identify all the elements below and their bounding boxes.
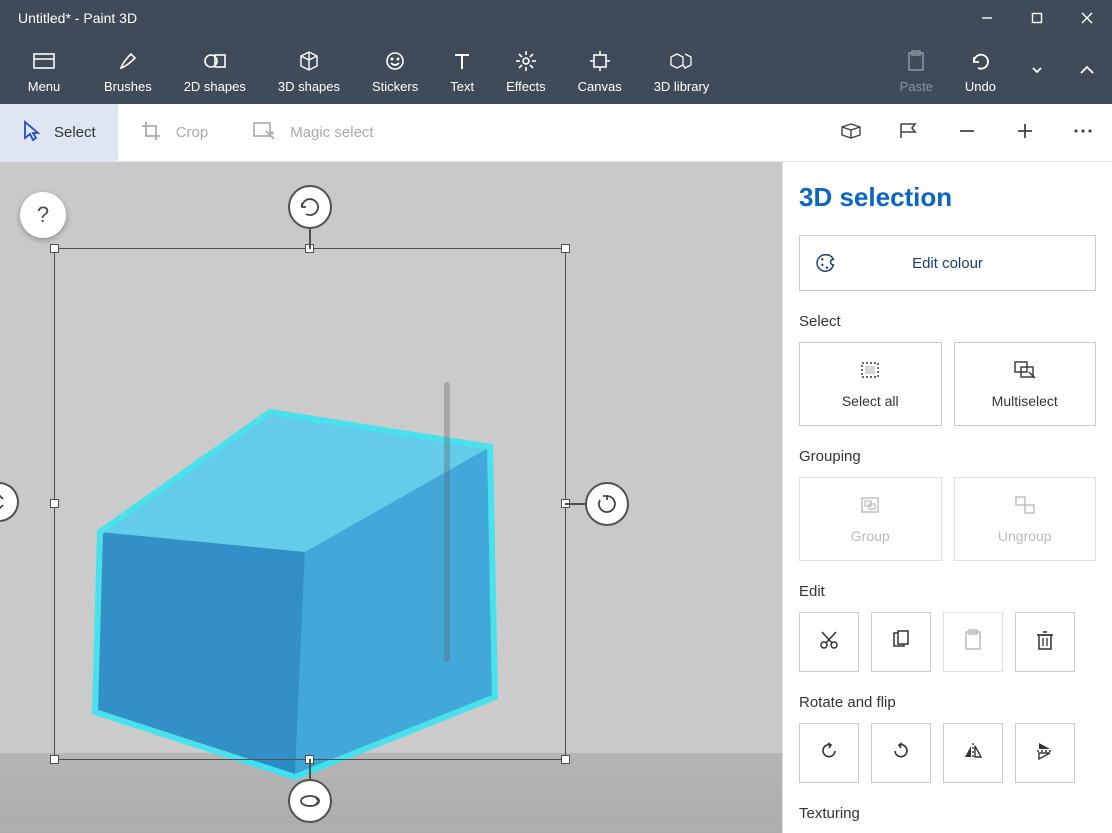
palette-icon — [800, 252, 852, 274]
title-bar: Untitled* - Paint 3D — [0, 0, 1112, 36]
rotate-cw-button[interactable] — [871, 723, 931, 783]
texturing-section-label: Texturing — [799, 805, 1096, 822]
effects-icon — [515, 47, 537, 75]
resize-handle-sw[interactable] — [50, 755, 59, 764]
rotate-ccw-button[interactable] — [799, 723, 859, 783]
select-section-label: Select — [799, 313, 1096, 330]
paste-tile-button — [943, 612, 1003, 672]
more-options-button[interactable] — [1054, 104, 1112, 162]
effects-button[interactable]: Effects — [490, 36, 562, 104]
edit-section-label: Edit — [799, 583, 1096, 600]
paste-tile-icon — [963, 629, 983, 656]
group-icon — [859, 495, 881, 518]
rotate-z-handle[interactable] — [288, 779, 332, 823]
2d-shapes-button[interactable]: 2D shapes — [168, 36, 262, 104]
cut-button[interactable] — [799, 612, 859, 672]
plus-icon — [1015, 121, 1035, 145]
edit-colour-button[interactable]: Edit colour — [799, 235, 1096, 291]
selection-bounding-box[interactable] — [54, 248, 566, 760]
2d-shapes-icon — [203, 47, 227, 75]
collapse-panel-button[interactable] — [1062, 36, 1112, 104]
text-button[interactable]: Text — [434, 36, 490, 104]
more-icon — [1072, 121, 1094, 145]
resize-handle-nw[interactable] — [50, 244, 59, 253]
select-all-icon — [859, 360, 881, 383]
zoom-out-button[interactable] — [938, 104, 996, 162]
3d-library-icon — [670, 47, 694, 75]
menu-button[interactable]: Menu — [0, 36, 88, 104]
copy-icon — [890, 629, 912, 656]
canvas-scrollbar[interactable] — [444, 382, 450, 662]
3d-shapes-icon — [298, 47, 320, 75]
3d-view-button[interactable] — [822, 104, 880, 162]
select-all-button[interactable]: Select all — [799, 342, 942, 426]
paste-icon — [906, 47, 926, 75]
menu-icon — [32, 47, 56, 75]
3d-view-icon — [839, 121, 863, 145]
rotate-ccw-icon — [818, 740, 840, 767]
window-controls — [962, 0, 1112, 36]
flip-vertical-button[interactable] — [1015, 723, 1075, 783]
stickers-icon — [384, 47, 406, 75]
rotate-flip-section-label: Rotate and flip — [799, 694, 1096, 711]
rotate-x-handle[interactable] — [288, 185, 332, 229]
close-button[interactable] — [1062, 0, 1112, 36]
multiselect-icon — [1013, 360, 1037, 383]
resize-handle-ne[interactable] — [561, 244, 570, 253]
resize-handle-w[interactable] — [50, 499, 59, 508]
delete-button[interactable] — [1015, 612, 1075, 672]
flip-v-icon — [1034, 740, 1056, 767]
grouping-section-label: Grouping — [799, 448, 1096, 465]
window-title: Untitled* - Paint 3D — [18, 10, 137, 26]
ungroup-icon — [1014, 495, 1036, 518]
select-tool-button[interactable]: Select — [0, 104, 118, 162]
zoom-in-button[interactable] — [996, 104, 1054, 162]
stickers-button[interactable]: Stickers — [356, 36, 434, 104]
scissors-icon — [818, 629, 840, 656]
paste-button: Paste — [884, 36, 949, 104]
trash-icon — [1035, 629, 1055, 656]
ungroup-button: Ungroup — [954, 477, 1097, 561]
rotate-y-handle[interactable] — [585, 482, 629, 526]
mixed-reality-button[interactable] — [880, 104, 938, 162]
brushes-button[interactable]: Brushes — [88, 36, 168, 104]
minimize-button[interactable] — [962, 0, 1012, 36]
text-icon — [452, 47, 472, 75]
brush-icon — [117, 47, 139, 75]
flip-horizontal-button[interactable] — [943, 723, 1003, 783]
panel-title: 3D selection — [799, 182, 1096, 213]
maximize-button[interactable] — [1012, 0, 1062, 36]
rotate-cw-icon — [890, 740, 912, 767]
properties-panel: 3D selection Edit colour Select Select a… — [782, 162, 1112, 833]
undo-icon — [969, 47, 991, 75]
copy-button[interactable] — [871, 612, 931, 672]
flag-icon — [898, 121, 920, 145]
magic-select-tool-button: Magic select — [230, 104, 395, 162]
3d-shapes-button[interactable]: 3D shapes — [262, 36, 356, 104]
flip-h-icon — [962, 740, 984, 767]
3d-library-button[interactable]: 3D library — [638, 36, 726, 104]
cursor-icon — [22, 120, 40, 146]
multiselect-button[interactable]: Multiselect — [954, 342, 1097, 426]
top-toolbar: Menu Brushes 2D shapes 3D shapes Sticker… — [0, 36, 1112, 104]
sub-toolbar: Select Crop Magic select — [0, 104, 1112, 162]
minus-icon — [957, 121, 977, 145]
magic-select-icon — [252, 121, 276, 145]
canvas-icon — [589, 47, 611, 75]
canvas-area[interactable]: ? — [0, 162, 782, 833]
canvas-button[interactable]: Canvas — [562, 36, 638, 104]
history-dropdown-button[interactable] — [1012, 36, 1062, 104]
group-button: Group — [799, 477, 942, 561]
resize-handle-se[interactable] — [561, 755, 570, 764]
crop-icon — [140, 120, 162, 146]
crop-tool-button: Crop — [118, 104, 231, 162]
undo-button[interactable]: Undo — [949, 36, 1012, 104]
help-button[interactable]: ? — [20, 192, 66, 238]
